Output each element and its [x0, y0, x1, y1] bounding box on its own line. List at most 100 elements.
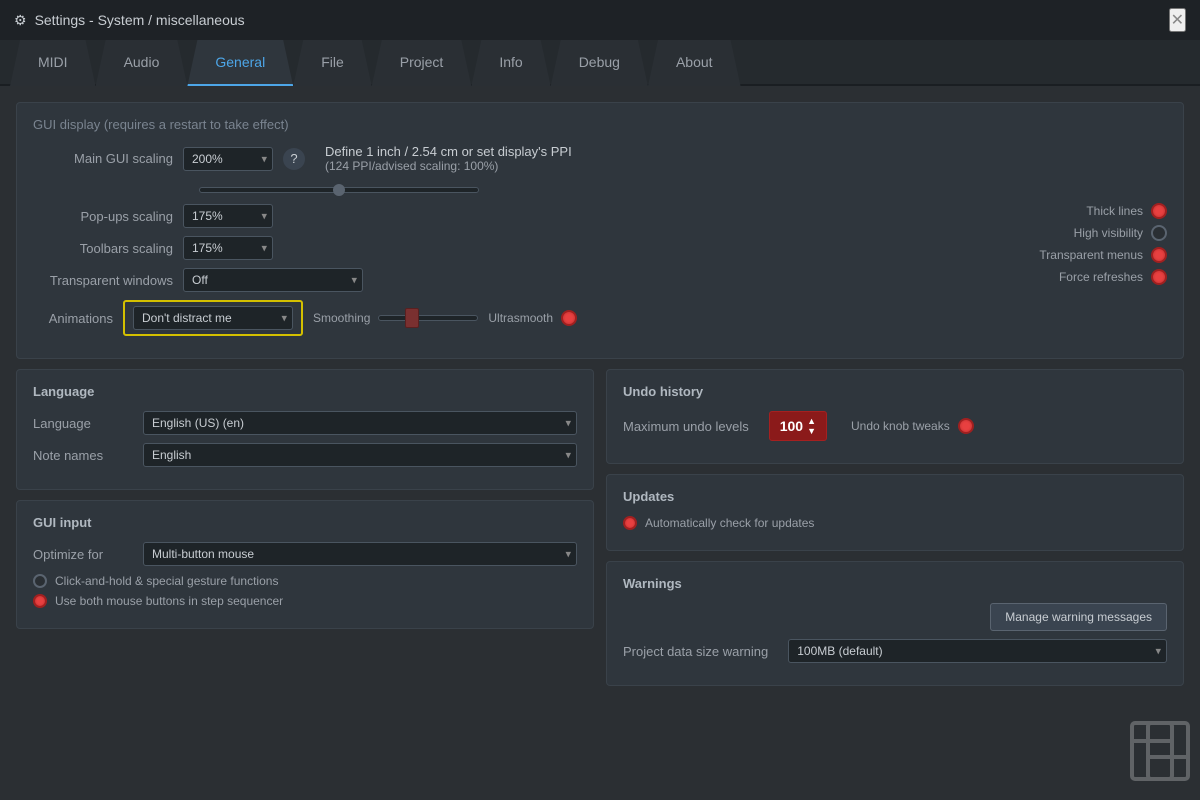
transparent-windows-label: Transparent windows [33, 273, 173, 288]
undo-knob-radio[interactable] [958, 418, 974, 434]
force-refreshes-label: Force refreshes [1059, 270, 1143, 284]
high-visibility-toggle: High visibility [947, 225, 1167, 241]
high-visibility-radio[interactable] [1151, 225, 1167, 241]
tab-info[interactable]: Info [471, 40, 550, 86]
animations-select-wrapper[interactable]: Don't distract me All animations No anim… [133, 306, 293, 330]
thick-lines-label: Thick lines [1086, 204, 1143, 218]
step-sequencer-option-row: Use both mouse buttons in step sequencer [33, 594, 577, 608]
auto-check-radio[interactable] [623, 516, 637, 530]
left-column: Language Language English (US) (en) Engl… [16, 369, 594, 686]
gesture-radio[interactable] [33, 574, 47, 588]
warnings-section: Warnings Manage warning messages Project… [606, 561, 1184, 686]
smoothing-label: Smoothing [313, 311, 370, 325]
main-scaling-select[interactable]: 200% 150% 100% [183, 147, 273, 171]
tab-midi[interactable]: MIDI [10, 40, 96, 86]
optimize-row: Optimize for Multi-button mouse Single-b… [33, 542, 577, 566]
toolbars-select-wrapper[interactable]: 175% 150% 100% [183, 236, 273, 260]
updates-title: Updates [623, 489, 1167, 504]
transparent-windows-select[interactable]: Off Low High [183, 268, 363, 292]
note-names-select[interactable]: English German [143, 443, 577, 467]
undo-row: Maximum undo levels 100 ▲ ▼ Undo knob tw… [623, 411, 1167, 441]
warnings-title: Warnings [623, 576, 1167, 591]
language-select[interactable]: English (US) (en) English (UK) (en) [143, 411, 577, 435]
ppi-main-text: Define 1 inch / 2.54 cm or set display's… [325, 144, 572, 159]
project-size-select[interactable]: 100MB (default) 50MB 200MB [788, 639, 1167, 663]
optimize-select[interactable]: Multi-button mouse Single-button mouse [143, 542, 577, 566]
tab-audio[interactable]: Audio [96, 40, 188, 86]
gui-display-main: Main GUI scaling 200% 150% 100% ? Define… [33, 144, 1167, 344]
thick-lines-toggle: Thick lines [947, 203, 1167, 219]
note-names-select-wrapper[interactable]: English German [143, 443, 577, 467]
transparent-menus-radio[interactable] [1151, 247, 1167, 263]
ppi-slider-row [33, 181, 927, 196]
undo-history-section: Undo history Maximum undo levels 100 ▲ ▼… [606, 369, 1184, 464]
undo-arrows[interactable]: ▲ ▼ [807, 416, 816, 436]
undo-knob-toggle: Undo knob tweaks [851, 418, 974, 434]
optimize-select-wrapper[interactable]: Multi-button mouse Single-button mouse [143, 542, 577, 566]
project-size-select-wrapper[interactable]: 100MB (default) 50MB 200MB [788, 639, 1167, 663]
window-title: Settings - System / miscellaneous [35, 12, 245, 28]
undo-label: Maximum undo levels [623, 419, 749, 434]
main-scaling-label: Main GUI scaling [33, 151, 173, 166]
language-select-wrapper[interactable]: English (US) (en) English (UK) (en) [143, 411, 577, 435]
close-button[interactable]: ✕ [1169, 8, 1186, 32]
gui-right-toggles: Thick lines High visibility Transparent … [947, 144, 1167, 344]
gui-left: Main GUI scaling 200% 150% 100% ? Define… [33, 144, 927, 344]
gui-input-title: GUI input [33, 515, 577, 530]
smoothing-container: Smoothing [313, 311, 478, 325]
gui-display-title: GUI display (requires a restart to take … [33, 117, 1167, 132]
tab-about[interactable]: About [648, 40, 741, 86]
animations-highlighted-box: Don't distract me All animations No anim… [123, 300, 303, 336]
toolbars-select[interactable]: 175% 150% 100% [183, 236, 273, 260]
updates-section: Updates Automatically check for updates [606, 474, 1184, 551]
language-row: Language English (US) (en) English (UK) … [33, 411, 577, 435]
title-bar: ⚙ Settings - System / miscellaneous ✕ [0, 0, 1200, 40]
toolbars-scaling-row: Toolbars scaling 175% 150% 100% [33, 236, 927, 260]
auto-check-row: Automatically check for updates [623, 516, 1167, 530]
popups-select[interactable]: 175% 150% 100% [183, 204, 273, 228]
ppi-slider[interactable] [199, 187, 479, 193]
project-size-row: Project data size warning 100MB (default… [623, 639, 1167, 663]
force-refreshes-radio[interactable] [1151, 269, 1167, 285]
title-bar-left: ⚙ Settings - System / miscellaneous [14, 12, 245, 29]
ultrasmooth-radio[interactable] [561, 310, 577, 326]
auto-check-label: Automatically check for updates [645, 516, 814, 530]
help-button[interactable]: ? [283, 148, 305, 170]
transparent-menus-label: Transparent menus [1039, 248, 1143, 262]
step-sequencer-radio[interactable] [33, 594, 47, 608]
ultrasmooth-label: Ultrasmooth [488, 311, 553, 325]
right-column: Undo history Maximum undo levels 100 ▲ ▼… [606, 369, 1184, 686]
main-scaling-row: Main GUI scaling 200% 150% 100% ? Define… [33, 144, 927, 173]
popups-select-wrapper[interactable]: 175% 150% 100% [183, 204, 273, 228]
tab-debug[interactable]: Debug [551, 40, 648, 86]
thick-lines-radio[interactable] [1151, 203, 1167, 219]
undo-history-title: Undo history [623, 384, 1167, 399]
force-refreshes-toggle: Force refreshes [947, 269, 1167, 285]
note-names-row: Note names English German [33, 443, 577, 467]
tab-general[interactable]: General [187, 40, 293, 86]
main-scaling-select-wrapper[interactable]: 200% 150% 100% [183, 147, 273, 171]
toolbars-label: Toolbars scaling [33, 241, 173, 256]
popups-scaling-row: Pop-ups scaling 175% 150% 100% [33, 204, 927, 228]
project-size-label: Project data size warning [623, 644, 768, 659]
ultrasmooth-toggle: Ultrasmooth [488, 310, 577, 326]
ppi-slider-container[interactable] [199, 181, 479, 196]
tab-project[interactable]: Project [372, 40, 472, 86]
undo-level-box[interactable]: 100 ▲ ▼ [769, 411, 827, 441]
gui-display-section: GUI display (requires a restart to take … [16, 102, 1184, 359]
manage-warnings-row: Manage warning messages [623, 603, 1167, 631]
gui-input-section: GUI input Optimize for Multi-button mous… [16, 500, 594, 629]
animations-smoothing-row: Animations Don't distract me All animati… [33, 300, 927, 336]
ppi-info: Define 1 inch / 2.54 cm or set display's… [325, 144, 572, 173]
smoothing-slider[interactable] [378, 315, 478, 321]
transparent-windows-select-wrapper[interactable]: Off Low High [183, 268, 363, 292]
transparent-menus-toggle: Transparent menus [947, 247, 1167, 263]
gear-icon: ⚙ [14, 12, 27, 29]
watermark-icon [1130, 721, 1190, 781]
tab-file[interactable]: File [293, 40, 372, 86]
transparent-windows-row: Transparent windows Off Low High [33, 268, 927, 292]
popups-label: Pop-ups scaling [33, 209, 173, 224]
optimize-label: Optimize for [33, 547, 133, 562]
animations-select[interactable]: Don't distract me All animations No anim… [133, 306, 293, 330]
manage-warnings-button[interactable]: Manage warning messages [990, 603, 1167, 631]
